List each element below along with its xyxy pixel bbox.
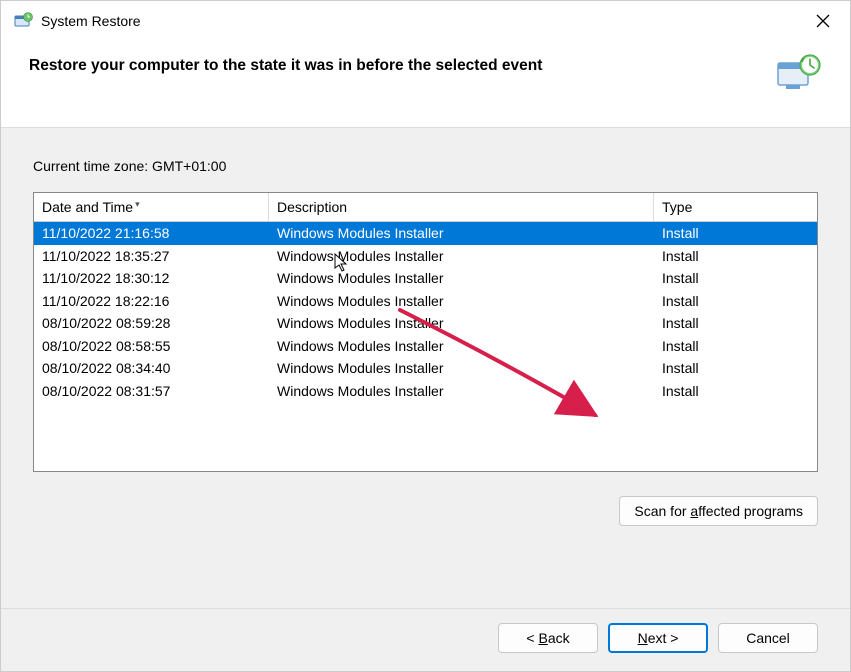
back-button[interactable]: < Back <box>498 623 598 653</box>
cell-description: Windows Modules Installer <box>269 337 654 355</box>
cell-date: 11/10/2022 18:35:27 <box>34 247 269 265</box>
column-header-date-label: Date and Time <box>42 199 133 215</box>
table-row[interactable]: 11/10/2022 18:22:16Windows Modules Insta… <box>34 290 817 313</box>
window-title: System Restore <box>41 13 808 29</box>
column-header-type-label: Type <box>662 199 692 215</box>
cell-description: Windows Modules Installer <box>269 314 654 332</box>
content-area: Current time zone: GMT+01:00 Date and Ti… <box>1 128 850 608</box>
wizard-footer: < Back Next > Cancel <box>1 608 850 671</box>
system-restore-title-icon <box>13 11 33 31</box>
sort-down-icon: ▾ <box>135 199 140 210</box>
next-button[interactable]: Next > <box>608 623 708 653</box>
cell-description: Windows Modules Installer <box>269 292 654 310</box>
cell-type: Install <box>654 382 809 400</box>
scan-affected-programs-button[interactable]: Scan for affected programs <box>619 496 818 526</box>
table-row[interactable]: 11/10/2022 18:35:27Windows Modules Insta… <box>34 245 817 268</box>
table-row[interactable]: 08/10/2022 08:31:57Windows Modules Insta… <box>34 380 817 403</box>
system-restore-icon <box>774 51 822 99</box>
restore-points-table: Date and Time▾ Description Type 11/10/20… <box>33 192 818 472</box>
page-heading: Restore your computer to the state it wa… <box>29 51 542 75</box>
table-row[interactable]: 08/10/2022 08:59:28Windows Modules Insta… <box>34 312 817 335</box>
table-row[interactable]: 11/10/2022 18:30:12Windows Modules Insta… <box>34 267 817 290</box>
table-header: Date and Time▾ Description Type <box>34 193 817 222</box>
cell-description: Windows Modules Installer <box>269 359 654 377</box>
system-restore-window: System Restore Restore your computer to … <box>0 0 851 672</box>
table-row[interactable]: 11/10/2022 21:16:58Windows Modules Insta… <box>34 222 817 245</box>
column-header-date[interactable]: Date and Time▾ <box>34 193 269 221</box>
cell-description: Windows Modules Installer <box>269 269 654 287</box>
cell-type: Install <box>654 359 809 377</box>
cell-type: Install <box>654 224 809 242</box>
table-row[interactable]: 08/10/2022 08:34:40Windows Modules Insta… <box>34 357 817 380</box>
cell-type: Install <box>654 337 809 355</box>
cell-date: 11/10/2022 21:16:58 <box>34 224 269 242</box>
cell-description: Windows Modules Installer <box>269 224 654 242</box>
column-header-description[interactable]: Description <box>269 193 654 221</box>
column-header-description-label: Description <box>277 199 347 215</box>
cancel-button[interactable]: Cancel <box>718 623 818 653</box>
cell-date: 08/10/2022 08:34:40 <box>34 359 269 377</box>
cell-description: Windows Modules Installer <box>269 382 654 400</box>
cell-type: Install <box>654 269 809 287</box>
scan-button-row: Scan for affected programs <box>33 496 818 526</box>
cell-date: 08/10/2022 08:59:28 <box>34 314 269 332</box>
column-header-type[interactable]: Type <box>654 193 809 221</box>
header-section: Restore your computer to the state it wa… <box>1 41 850 128</box>
cell-date: 11/10/2022 18:22:16 <box>34 292 269 310</box>
titlebar: System Restore <box>1 1 850 41</box>
cell-description: Windows Modules Installer <box>269 247 654 265</box>
cell-date: 08/10/2022 08:58:55 <box>34 337 269 355</box>
cell-date: 11/10/2022 18:30:12 <box>34 269 269 287</box>
table-row[interactable]: 08/10/2022 08:58:55Windows Modules Insta… <box>34 335 817 358</box>
timezone-label: Current time zone: GMT+01:00 <box>33 158 818 174</box>
cell-type: Install <box>654 314 809 332</box>
cell-type: Install <box>654 247 809 265</box>
cell-type: Install <box>654 292 809 310</box>
close-button[interactable] <box>808 6 838 36</box>
cell-date: 08/10/2022 08:31:57 <box>34 382 269 400</box>
table-body: 11/10/2022 21:16:58Windows Modules Insta… <box>34 222 817 471</box>
